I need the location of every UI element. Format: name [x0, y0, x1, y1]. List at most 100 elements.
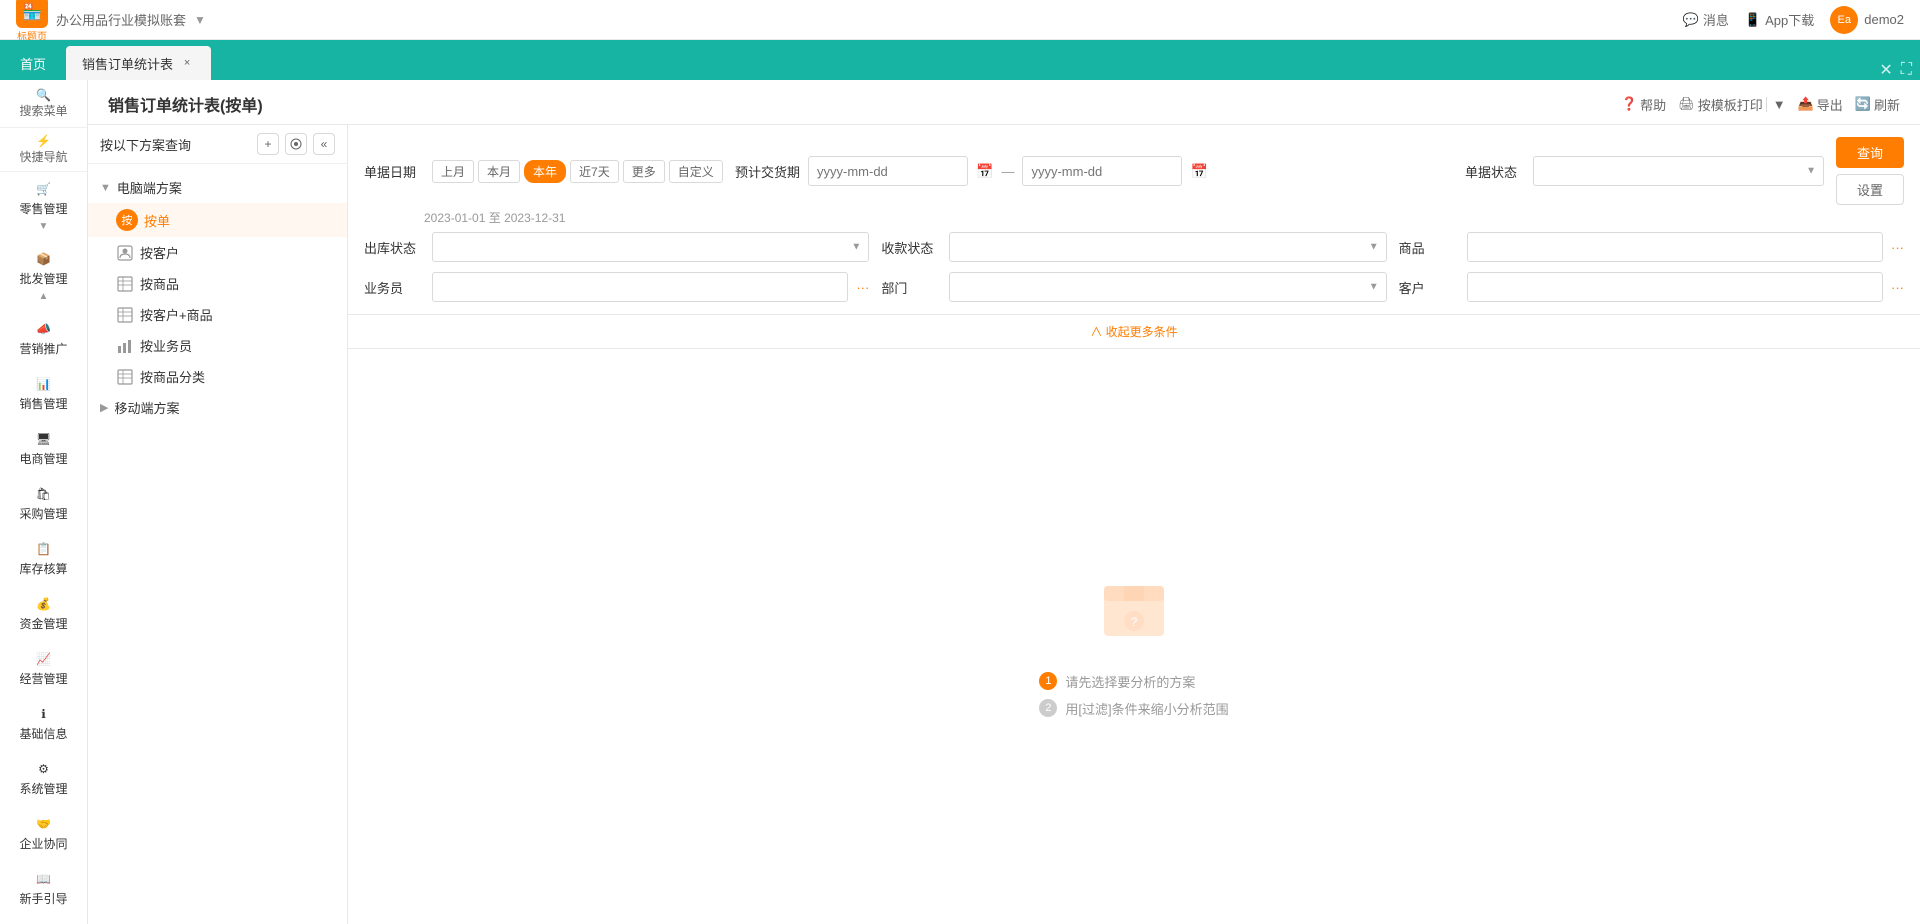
print-dropdown-icon[interactable]: ▼ [1766, 97, 1786, 112]
date-btn-7days[interactable]: 近7天 [570, 160, 619, 183]
sidebar-search[interactable]: 🔍 搜索菜单 [0, 80, 87, 128]
app-download-btn[interactable]: 📱 App下载 [1745, 10, 1814, 29]
salesman-input[interactable] [432, 272, 848, 302]
tab-home[interactable]: 首页 [4, 46, 62, 80]
goods-more-btn[interactable]: ··· [1891, 240, 1904, 255]
business-icon: 📈 [36, 652, 51, 666]
window-close-btn[interactable]: ✕ [1879, 60, 1892, 80]
window-maximize-btn[interactable]: ⛶ [1901, 61, 1912, 79]
refresh-btn[interactable]: 🔄 刷新 [1855, 95, 1900, 114]
sidebar-item-retail[interactable]: 🛒 零售管理 ▼ [0, 172, 87, 242]
sidebar-item-newbie[interactable]: 📖 新手引导 [0, 862, 87, 917]
page-header: 销售订单统计表(按单) ❓ 帮助 🖨 按模板打印 ▼ 📤 导出 🔄 刷新 [88, 80, 1920, 125]
goods-input[interactable] [1467, 232, 1883, 262]
svg-text:?: ? [1131, 615, 1138, 629]
sidebar-item-app-center[interactable]: 🔲 应用中心 [0, 917, 87, 924]
calendar-icon-1: 📅 [976, 163, 993, 180]
by-order-icon: 按 [116, 209, 138, 231]
step-num-2: 2 [1039, 699, 1057, 717]
page-title: 销售订单统计表(按单) [108, 92, 263, 116]
tree-area: ▼ 电脑端方案 按 按单 按客户 [88, 164, 347, 924]
dept-select-wrapper: ▼ [949, 272, 1386, 302]
sidebar-item-business[interactable]: 📈 经营管理 [0, 642, 87, 697]
date-dash: — [1001, 164, 1014, 179]
sidebar-item-system[interactable]: ⚙ 系统管理 [0, 752, 87, 807]
tree-group-header-mobile[interactable]: ▶ 移动端方案 [88, 392, 347, 423]
dept-select[interactable] [949, 272, 1386, 302]
date-label: 单据日期 [364, 162, 424, 181]
tab-sales-order[interactable]: 销售订单统计表 × [66, 46, 211, 80]
expected-delivery-start[interactable] [808, 156, 968, 186]
expected-delivery-end[interactable] [1022, 156, 1182, 186]
date-btn-last-month[interactable]: 上月 [432, 160, 474, 183]
salesman-more-btn[interactable]: ··· [856, 280, 869, 295]
data-area: ? 1 请先选择要分析的方案 2 用[过滤]条件来缩小分析范围 [348, 349, 1920, 924]
tree-item-by-salesman[interactable]: 按业务员 [88, 330, 347, 361]
sidebar-item-quick-nav[interactable]: ⚡ 快捷导航 [0, 128, 87, 172]
filter-row-1: 单据日期 上月 本月 本年 近7天 更多 自定义 [364, 137, 1904, 205]
tree-item-by-customer[interactable]: 按客户 [88, 237, 347, 268]
empty-step-1: 1 请先选择要分析的方案 [1039, 672, 1228, 691]
message-btn[interactable]: 💬 消息 [1683, 10, 1729, 29]
sidebar-item-ecommerce[interactable]: 🖥 电商管理 [0, 422, 87, 477]
purchase-icon: 🛍 [36, 487, 51, 501]
sidebar-item-sales[interactable]: 📊 销售管理 [0, 367, 87, 422]
left-panel-icons: + « [257, 133, 335, 155]
date-btn-this-year[interactable]: 本年 [524, 160, 566, 183]
enterprise-icon: 🤝 [36, 817, 51, 831]
calendar-icon-2: 📅 [1190, 163, 1207, 180]
customer-input[interactable] [1467, 272, 1883, 302]
sidebar-item-wholesale[interactable]: 📦 批发管理 ▲ [0, 242, 87, 312]
edit-scheme-btn[interactable] [285, 133, 307, 155]
salesman-label: 业务员 [364, 278, 424, 297]
filter-group-date: 单据日期 上月 本月 本年 近7天 更多 自定义 [364, 160, 723, 183]
collapse-bar[interactable]: ∧ 收起更多条件 [348, 315, 1920, 349]
tree-group-header-pc[interactable]: ▼ 电脑端方案 [88, 172, 347, 203]
date-btn-this-month[interactable]: 本月 [478, 160, 520, 183]
date-btn-more[interactable]: 更多 [623, 160, 665, 183]
sidebar-item-enterprise[interactable]: 🤝 企业协同 [0, 807, 87, 862]
tab-bar-right: ✕ ⛶ [1879, 60, 1920, 80]
tree-item-by-goods[interactable]: 按商品 [88, 268, 347, 299]
filter-area: 单据日期 上月 本月 本年 近7天 更多 自定义 [348, 125, 1920, 315]
empty-step-2: 2 用[过滤]条件来缩小分析范围 [1039, 699, 1228, 718]
by-goods-category-icon [116, 368, 134, 386]
tree-item-by-customer-goods[interactable]: 按客户+商品 [88, 299, 347, 330]
customer-more-btn[interactable]: ··· [1891, 280, 1904, 295]
bill-status-select[interactable] [1533, 156, 1824, 186]
add-scheme-btn[interactable]: + [257, 133, 279, 155]
sidebar-item-inventory[interactable]: 📋 库存核算 [0, 532, 87, 587]
export-btn[interactable]: 📤 导出 [1798, 95, 1843, 114]
query-button[interactable]: 查询 [1836, 137, 1904, 168]
delivery-status-select[interactable] [432, 232, 869, 262]
top-bar-right: 💬 消息 📱 App下载 Ea demo2 [1683, 6, 1904, 34]
date-buttons: 上月 本月 本年 近7天 更多 自定义 [432, 160, 723, 183]
print-btn[interactable]: 🖨 按模板打印 ▼ [1678, 95, 1785, 114]
setting-button[interactable]: 设置 [1836, 174, 1904, 205]
tree-item-by-order[interactable]: 按 按单 [88, 203, 347, 237]
payment-status-select[interactable] [949, 232, 1386, 262]
collapse-panel-btn[interactable]: « [313, 133, 335, 155]
app-icon: 📱 [1745, 12, 1761, 28]
sidebar-item-purchase[interactable]: 🛍 采购管理 [0, 477, 87, 532]
filter-row-3: 业务员 ··· 部门 ▼ [364, 272, 1904, 302]
main-layout: 🔍 搜索菜单 ⚡ 快捷导航 🛒 零售管理 ▼ 📦 批发管理 ▲ 📣 营销推广 📊… [0, 80, 1920, 924]
sidebar-item-marketing[interactable]: 📣 营销推广 [0, 312, 87, 367]
date-btn-custom[interactable]: 自定义 [669, 160, 723, 183]
user-area[interactable]: Ea demo2 [1830, 6, 1904, 34]
dept-label: 部门 [881, 278, 941, 297]
action-buttons: 查询 设置 [1836, 137, 1904, 205]
filter-group-delivery: 出库状态 ▼ [364, 232, 869, 262]
sidebar-item-basic-info[interactable]: ℹ 基础信息 [0, 697, 87, 752]
sidebar-item-finance[interactable]: 💰 资金管理 [0, 587, 87, 642]
newbie-icon: 📖 [36, 872, 51, 886]
help-icon: ❓ [1621, 96, 1637, 112]
tree-group-pc: ▼ 电脑端方案 按 按单 按客户 [88, 172, 347, 392]
tab-close-icon[interactable]: × [179, 55, 195, 71]
help-btn[interactable]: ❓ 帮助 [1621, 95, 1666, 114]
filter-section: 单据日期 上月 本月 本年 近7天 更多 自定义 [348, 125, 1920, 349]
company-dropdown-icon[interactable]: ▼ [194, 13, 206, 27]
tree-item-by-goods-category[interactable]: 按商品分类 [88, 361, 347, 392]
bill-status-select-wrapper: ▼ [1533, 156, 1824, 186]
wholesale-icon: 📦 [36, 252, 51, 266]
